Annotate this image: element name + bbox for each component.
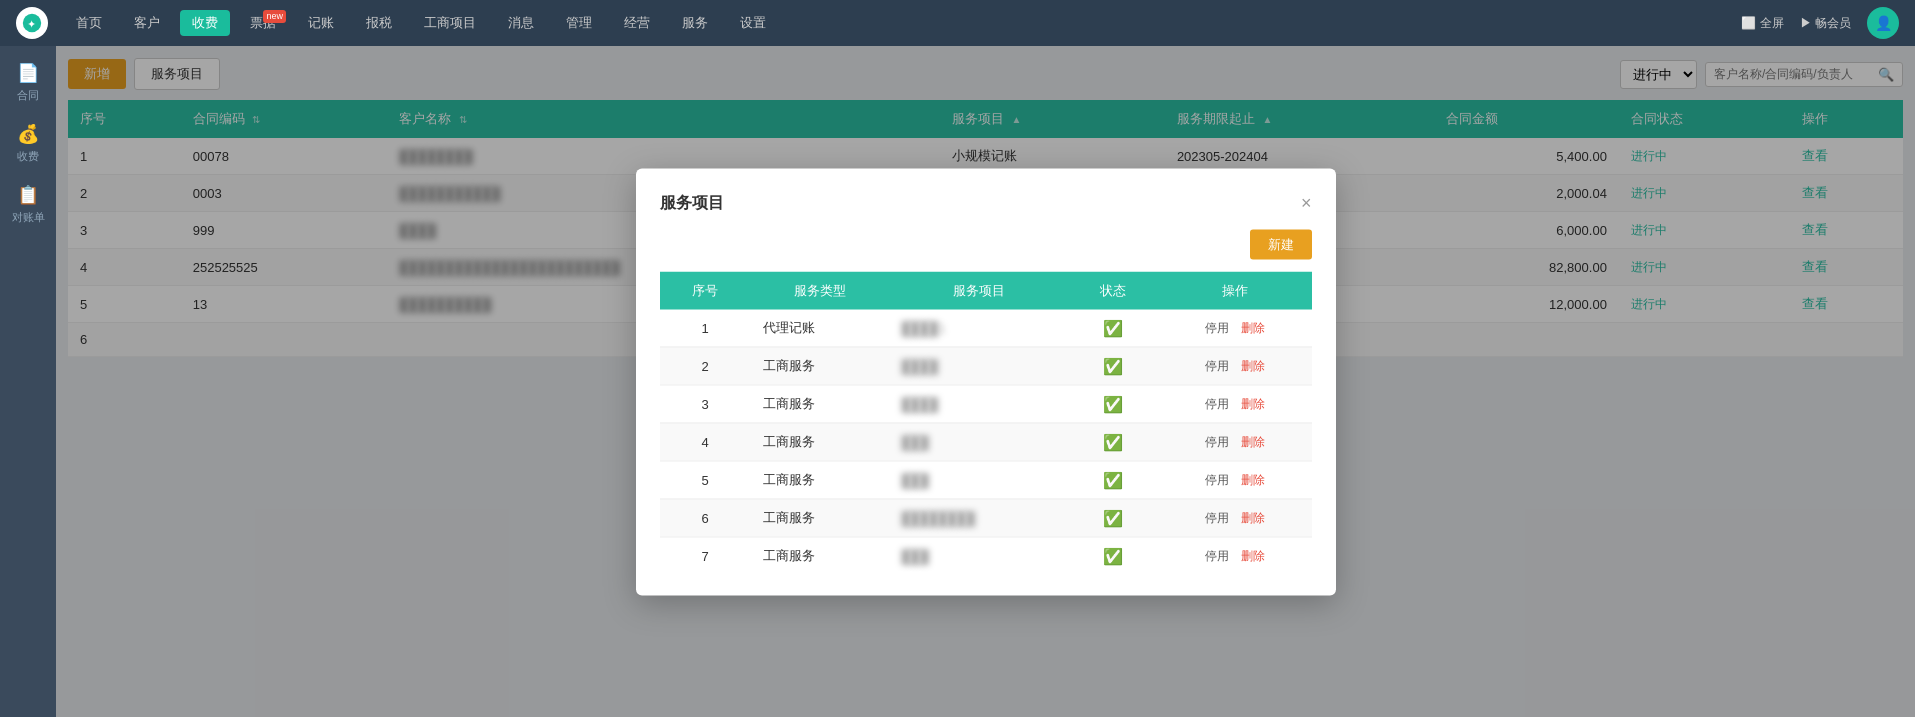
nav-item-tax[interactable]: 报税 — [354, 10, 404, 36]
sidebar-item-contract[interactable]: 📄 合同 — [4, 54, 52, 111]
list-item: 7 工商服务 ███ ✅ 停用 删除 — [660, 537, 1312, 572]
modal-cell-type: 工商服务 — [751, 537, 890, 572]
stop-button[interactable]: 停用 — [1205, 548, 1229, 562]
modal-col-seq: 序号 — [660, 271, 751, 309]
modal-col-action: 操作 — [1159, 271, 1312, 309]
modal-cell-seq: 1 — [660, 309, 751, 347]
modal-col-item: 服务项目 — [889, 271, 1067, 309]
list-item: 6 工商服务 ████████ ✅ 停用 删除 — [660, 499, 1312, 537]
modal-cell-seq: 3 — [660, 385, 751, 423]
modal-col-type: 服务类型 — [751, 271, 890, 309]
modal-cell-type: 代理记账 — [751, 309, 890, 347]
delete-button[interactable]: 删除 — [1241, 358, 1265, 372]
stop-button[interactable]: 停用 — [1205, 320, 1229, 334]
content-area: 新增 服务项目 进行中 已完成 已取消 🔍 序号 合同编码 ⇅ — [56, 46, 1915, 717]
modal-cell-item: ████1 — [889, 309, 1067, 347]
modal-cell-seq: 7 — [660, 537, 751, 572]
modal-cell-actions: 停用 删除 — [1159, 537, 1312, 572]
sidebar-item-fee[interactable]: 💰 收费 — [4, 115, 52, 172]
service-items-modal: 服务项目 × 新建 序号 服务类型 服务项目 状态 操作 — [636, 168, 1336, 595]
sidebar-item-reconciliation[interactable]: 📋 对账单 — [4, 176, 52, 233]
modal-cell-type: 工商服务 — [751, 347, 890, 385]
svg-text:✦: ✦ — [27, 18, 36, 30]
modal-cell-status: ✅ — [1068, 499, 1159, 537]
delete-button[interactable]: 删除 — [1241, 434, 1265, 448]
modal-cell-seq: 4 — [660, 423, 751, 461]
modal-cell-actions: 停用 删除 — [1159, 347, 1312, 385]
list-item: 1 代理记账 ████1 ✅ 停用 删除 — [660, 309, 1312, 347]
list-item: 4 工商服务 ███ ✅ 停用 删除 — [660, 423, 1312, 461]
modal-cell-status: ✅ — [1068, 347, 1159, 385]
service-items-table: 序号 服务类型 服务项目 状态 操作 1 代理记账 ████1 ✅ 停用 删除 … — [660, 271, 1312, 571]
nav-item-biz[interactable]: 经营 — [612, 10, 662, 36]
modal-cell-seq: 5 — [660, 461, 751, 499]
modal-cell-actions: 停用 删除 — [1159, 461, 1312, 499]
stop-button[interactable]: 停用 — [1205, 472, 1229, 486]
modal-cell-type: 工商服务 — [751, 423, 890, 461]
logo: ✦ — [16, 7, 48, 39]
modal-close-button[interactable]: × — [1301, 194, 1312, 212]
top-nav: ✦ 首页 客户 收费 票据 new 记账 报税 工商项目 消息 管理 经营 服务… — [0, 0, 1915, 46]
nav-item-bookkeeping[interactable]: 记账 — [296, 10, 346, 36]
modal-cell-status: ✅ — [1068, 309, 1159, 347]
modal-cell-item: ███ — [889, 423, 1067, 461]
sidebar: 📄 合同 💰 收费 📋 对账单 — [0, 46, 56, 717]
nav-item-settings[interactable]: 设置 — [728, 10, 778, 36]
new-badge: new — [263, 10, 286, 23]
modal-cell-type: 工商服务 — [751, 461, 890, 499]
modal-cell-item: ████████ — [889, 499, 1067, 537]
nav-item-service[interactable]: 服务 — [670, 10, 720, 36]
list-item: 2 工商服务 ████ ✅ 停用 删除 — [660, 347, 1312, 385]
member-button[interactable]: ▶ 畅会员 — [1800, 15, 1851, 32]
list-item: 3 工商服务 ████ ✅ 停用 删除 — [660, 385, 1312, 423]
modal-title: 服务项目 — [660, 192, 724, 213]
modal-col-status: 状态 — [1068, 271, 1159, 309]
stop-button[interactable]: 停用 — [1205, 396, 1229, 410]
modal-cell-actions: 停用 删除 — [1159, 499, 1312, 537]
modal-cell-status: ✅ — [1068, 537, 1159, 572]
modal-cell-status: ✅ — [1068, 385, 1159, 423]
modal-cell-type: 工商服务 — [751, 499, 890, 537]
modal-cell-item: ███ — [889, 461, 1067, 499]
delete-button[interactable]: 删除 — [1241, 548, 1265, 562]
modal-cell-status: ✅ — [1068, 461, 1159, 499]
stop-button[interactable]: 停用 — [1205, 358, 1229, 372]
nav-item-fee[interactable]: 收费 — [180, 10, 230, 36]
modal-cell-actions: 停用 删除 — [1159, 423, 1312, 461]
nav-item-bizproject[interactable]: 工商项目 — [412, 10, 488, 36]
modal-cell-actions: 停用 删除 — [1159, 385, 1312, 423]
nav-item-invoice[interactable]: 票据 new — [238, 10, 288, 36]
modal-cell-item: ████ — [889, 347, 1067, 385]
nav-item-home[interactable]: 首页 — [64, 10, 114, 36]
stop-button[interactable]: 停用 — [1205, 510, 1229, 524]
delete-button[interactable]: 删除 — [1241, 472, 1265, 486]
stop-button[interactable]: 停用 — [1205, 434, 1229, 448]
modal-cell-type: 工商服务 — [751, 385, 890, 423]
list-item: 5 工商服务 ███ ✅ 停用 删除 — [660, 461, 1312, 499]
modal-cell-seq: 6 — [660, 499, 751, 537]
delete-button[interactable]: 删除 — [1241, 510, 1265, 524]
modal-cell-item: ███ — [889, 537, 1067, 572]
modal-cell-actions: 停用 删除 — [1159, 309, 1312, 347]
nav-item-manage[interactable]: 管理 — [554, 10, 604, 36]
delete-button[interactable]: 删除 — [1241, 320, 1265, 334]
modal-cell-item: ████ — [889, 385, 1067, 423]
delete-button[interactable]: 删除 — [1241, 396, 1265, 410]
fullscreen-button[interactable]: ⬜ 全屏 — [1741, 15, 1783, 32]
modal-cell-status: ✅ — [1068, 423, 1159, 461]
nav-item-message[interactable]: 消息 — [496, 10, 546, 36]
nav-item-customer[interactable]: 客户 — [122, 10, 172, 36]
modal-new-button[interactable]: 新建 — [1250, 229, 1312, 259]
avatar[interactable]: 👤 — [1867, 7, 1899, 39]
modal-cell-seq: 2 — [660, 347, 751, 385]
